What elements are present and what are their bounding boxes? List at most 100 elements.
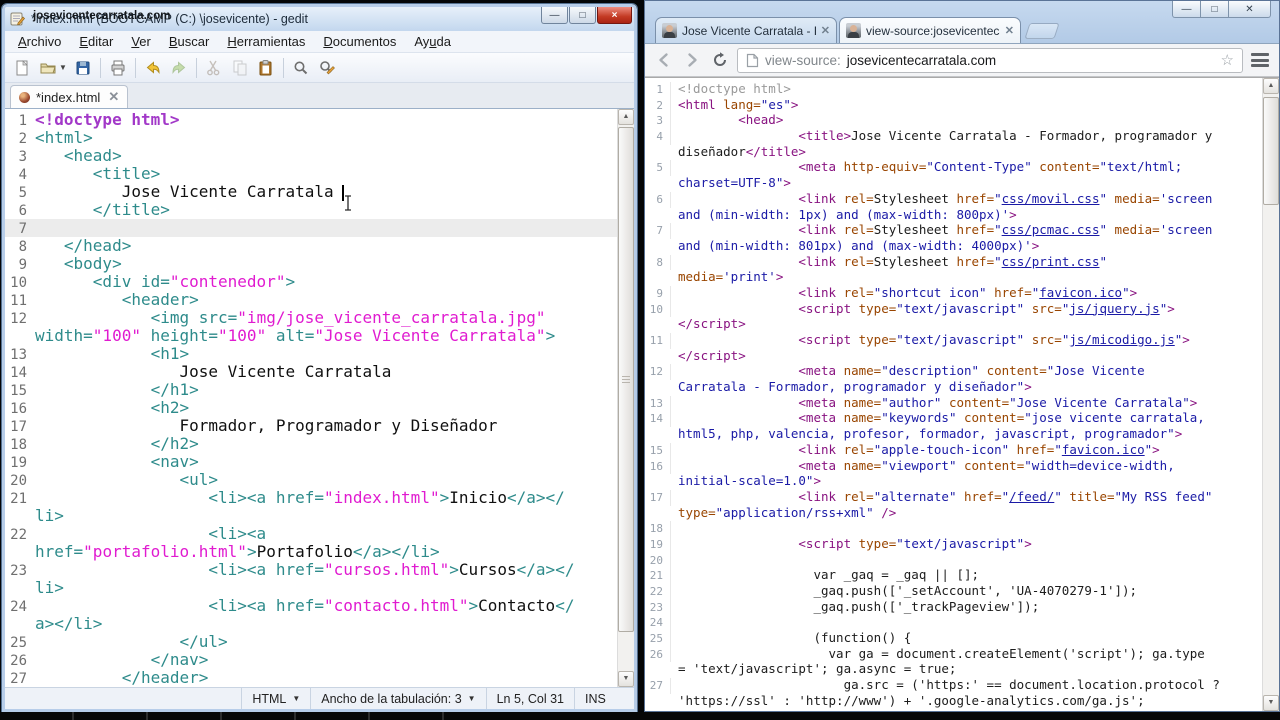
editor-tab-index-html[interactable]: *index.html ✕ (10, 85, 129, 108)
save-icon[interactable] (70, 56, 96, 80)
line-number: 11 (645, 333, 671, 349)
source-link[interactable]: favicon.ico (1039, 285, 1122, 300)
cursor-position: Ln 5, Col 31 (485, 688, 574, 709)
gedit-titlebar[interactable]: *index.html (BOOTCAMP (C:) \josevicente)… (5, 7, 634, 31)
open-folder-icon[interactable] (35, 56, 61, 80)
tab-close-icon[interactable]: ✕ (1005, 24, 1014, 37)
line-number: 25 (10, 635, 27, 651)
line-number: 6 (645, 191, 671, 208)
status-message-area (5, 688, 241, 709)
line-number: 5 (18, 185, 27, 201)
scroll-down-icon[interactable]: ▼ (618, 671, 634, 687)
editor-scrollbar[interactable]: ▲ ▼ (617, 109, 634, 687)
language-select[interactable]: HTML ▼ (241, 688, 310, 709)
line-number: 23 (10, 563, 27, 579)
tab-close-icon[interactable]: ✕ (821, 24, 830, 37)
source-link[interactable]: /feed/ (1009, 489, 1054, 504)
code-line: li> (35, 506, 64, 525)
browser-tab-homepage[interactable]: Jose Vicente Carratala - Fo ✕ (655, 17, 837, 43)
menu-herramientas[interactable]: Herramientas (218, 32, 314, 51)
insert-mode-indicator: INS (574, 688, 634, 709)
code-line: 6 <link rel=Stylesheet href="css/movil.c… (645, 191, 1262, 208)
close-button[interactable]: ✕ (1228, 1, 1271, 18)
code-line: 14 Jose Vicente Carratala (5, 363, 617, 382)
code-line: 19 <script type="text/javascript"> (645, 536, 1262, 553)
text-editor-area[interactable]: 1 <!doctype html> 2 <html> 3 <head> 4 <title>… (5, 108, 634, 687)
reload-button[interactable] (709, 49, 731, 71)
scrollbar-thumb[interactable] (618, 127, 634, 632)
menu-ayuda[interactable]: Ayuda (405, 32, 460, 51)
source-link[interactable]: css/movil.css (1002, 191, 1100, 206)
cut-icon (201, 56, 227, 80)
line-number: 24 (645, 615, 671, 632)
view-source-content[interactable]: 1 <!doctype html> 2 <html lang="es"> 3 <head… (645, 77, 1279, 711)
tab-width-select[interactable]: Ancho de la tabulación: 3 ▼ (310, 688, 485, 709)
page-icon (746, 53, 759, 67)
code-line: 20 <ul> (5, 471, 617, 490)
maximize-button[interactable]: □ (569, 7, 596, 24)
taskbar-button-edge (368, 712, 370, 720)
line-number: 4 (645, 129, 671, 145)
browser-tab-strip: — □ ✕ Jose Vicente Carratala - Fo ✕ view… (645, 1, 1279, 43)
undo-icon[interactable] (140, 56, 166, 80)
bookmark-star-icon[interactable]: ☆ (1221, 51, 1234, 69)
paste-icon[interactable] (253, 56, 279, 80)
code-line: 11 <header> (5, 291, 617, 310)
menu-ver[interactable]: Ver (122, 32, 160, 51)
menu-buscar[interactable]: Buscar (160, 32, 218, 51)
content-scrollbar[interactable]: ▲ ▼ (1262, 78, 1279, 711)
watermark-overlay: josevicentecarratala.com (33, 10, 171, 22)
code-line: 3 <head> (645, 112, 1262, 130)
browser-tab-view-source[interactable]: view-source:josevicenteca ✕ (839, 17, 1021, 43)
line-number: 26 (10, 653, 27, 669)
print-icon[interactable] (105, 56, 131, 80)
address-bar[interactable]: view-source: josevicentecarratala.com ☆ (737, 47, 1243, 73)
code-area[interactable]: 1 <!doctype html> 2 <html> 3 <head> 4 <title>… (5, 109, 617, 687)
new-document-icon[interactable] (9, 56, 35, 80)
scroll-up-icon[interactable]: ▲ (618, 109, 634, 125)
line-number: 23 (645, 599, 671, 616)
source-link[interactable]: js/jquery.js (1069, 301, 1159, 316)
chrome-menu-icon[interactable] (1249, 51, 1271, 69)
tab-close-icon[interactable]: ✕ (108, 89, 119, 105)
find-replace-icon[interactable] (314, 56, 340, 80)
code-line: 21 <li><a href="index.html">Inicio</a></ (5, 489, 617, 508)
back-button[interactable] (653, 49, 675, 71)
menu-editar[interactable]: Editar (70, 32, 122, 51)
code-line: 7 (5, 219, 617, 237)
line-number: 6 (18, 203, 27, 219)
source-link[interactable]: css/pcmac.css (1002, 222, 1100, 237)
scrollbar-thumb[interactable] (1263, 97, 1279, 205)
line-number: 7 (645, 223, 671, 239)
open-dropdown-icon[interactable]: ▼ (59, 63, 67, 72)
code-line: 5 Jose Vicente Carratala (5, 183, 617, 202)
taskbar[interactable] (0, 712, 1280, 720)
source-link[interactable]: favicon.ico (1062, 442, 1145, 457)
line-number: 25 (645, 631, 671, 647)
minimize-button[interactable]: — (1172, 1, 1201, 18)
source-link[interactable]: css/print.css (1002, 254, 1100, 269)
url-host: josevicentecarratala.com (846, 52, 997, 68)
close-button[interactable]: × (597, 7, 632, 24)
line-number: 1 (18, 113, 27, 129)
code-line: 13 <meta name="author" content="Jose Vic… (645, 395, 1262, 412)
toolbar-separator (134, 57, 136, 78)
maximize-button[interactable]: □ (1200, 1, 1229, 18)
menu-documentos[interactable]: Documentos (314, 32, 405, 51)
line-number: 9 (18, 257, 27, 273)
line-number: 22 (10, 527, 27, 543)
chrome-window: — □ ✕ Jose Vicente Carratala - Fo ✕ view… (644, 0, 1280, 712)
code-line: 'https://ssl' : 'http://www') + '.google… (678, 692, 1145, 708)
taskbar-button-edge (220, 712, 222, 720)
minimize-button[interactable]: — (541, 7, 568, 24)
line-number: 27 (10, 671, 27, 687)
code-line: 12 <meta name="description" content="Jos… (645, 363, 1262, 381)
scroll-down-icon[interactable]: ▼ (1263, 695, 1279, 711)
code-line: and (min-width: 1px) and (max-width: 800… (678, 206, 1017, 222)
new-tab-button[interactable] (1024, 23, 1060, 39)
find-icon[interactable] (288, 56, 314, 80)
scroll-up-icon[interactable]: ▲ (1263, 78, 1279, 94)
source-link[interactable]: js/micodigo.js (1069, 332, 1174, 347)
forward-button[interactable] (681, 49, 703, 71)
menu-archivo[interactable]: Archivo (9, 32, 70, 51)
